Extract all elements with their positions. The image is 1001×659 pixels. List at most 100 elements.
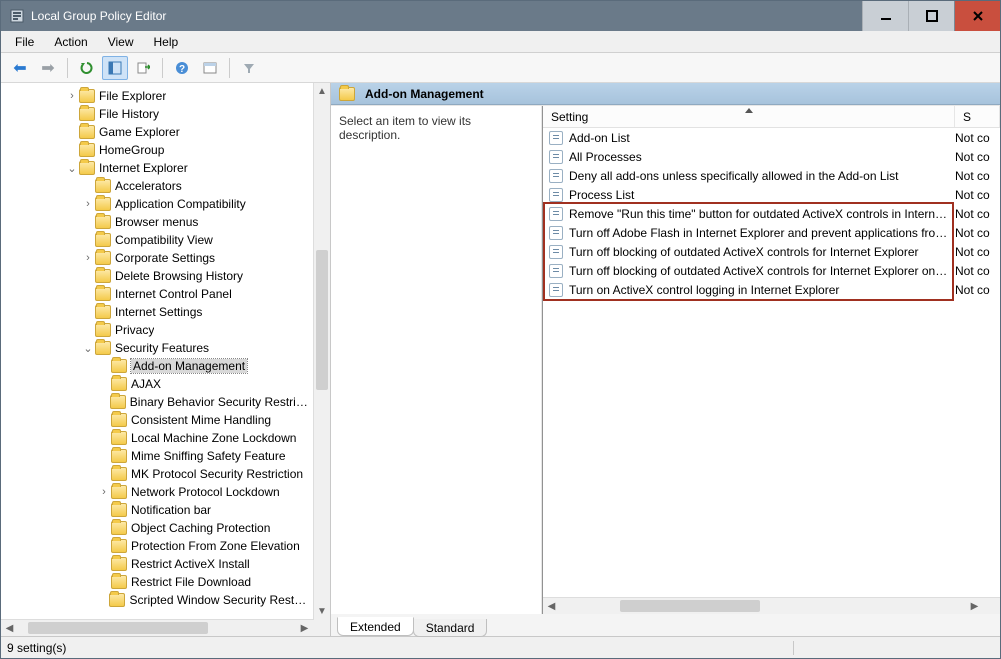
maximize-button[interactable] (908, 1, 954, 31)
list-row[interactable]: Turn off blocking of outdated ActiveX co… (543, 242, 1000, 261)
scroll-track[interactable] (560, 598, 966, 614)
list-body[interactable]: Add-on ListNot coAll ProcessesNot coDeny… (543, 128, 1000, 597)
tree-horizontal-scrollbar[interactable]: ◀ ▶ (1, 619, 330, 636)
setting-state: Not co (955, 188, 1000, 202)
folder-icon (95, 305, 111, 319)
list-row[interactable]: Deny all add-ons unless specifically all… (543, 166, 1000, 185)
tree-item-label: Local Machine Zone Lockdown (131, 431, 296, 445)
list-row[interactable]: Turn off Adobe Flash in Internet Explore… (543, 223, 1000, 242)
tab-extended[interactable]: Extended (337, 617, 414, 636)
tree-item-label: Delete Browsing History (115, 269, 243, 283)
list-row[interactable]: Remove "Run this time" button for outdat… (543, 204, 1000, 223)
minimize-button[interactable] (862, 1, 908, 31)
folder-icon (111, 539, 127, 553)
tree-item[interactable]: Object Caching Protection (1, 519, 330, 537)
scroll-thumb[interactable] (28, 622, 208, 634)
expand-icon[interactable]: › (81, 252, 95, 264)
tree-item-label: Internet Explorer (99, 161, 188, 175)
tree-item-label: Application Compatibility (115, 197, 246, 211)
expand-icon[interactable]: › (97, 486, 111, 498)
setting-state: Not co (955, 131, 1000, 145)
tree-vertical-scrollbar[interactable]: ▲ ▼ (313, 83, 330, 620)
menu-view[interactable]: View (98, 33, 144, 51)
menu-action[interactable]: Action (44, 33, 97, 51)
tree-item-label: Security Features (115, 341, 209, 355)
folder-icon (111, 557, 127, 571)
export-list-button[interactable] (130, 56, 156, 80)
scroll-track[interactable] (18, 620, 296, 636)
tree-item[interactable]: Privacy (1, 321, 330, 339)
tree-item[interactable]: Binary Behavior Security Restrictions (1, 393, 330, 411)
tree-item[interactable]: Add-on Management (1, 357, 330, 375)
scroll-left-icon[interactable]: ◀ (1, 623, 18, 634)
show-hide-tree-button[interactable] (102, 56, 128, 80)
setting-name: Process List (569, 188, 949, 202)
tree-item[interactable]: HomeGroup (1, 141, 330, 159)
list-horizontal-scrollbar[interactable]: ◀ ▶ (543, 597, 1000, 614)
scroll-right-icon[interactable]: ▶ (966, 601, 983, 612)
tree-item[interactable]: MK Protocol Security Restriction (1, 465, 330, 483)
list-row[interactable]: Turn off blocking of outdated ActiveX co… (543, 261, 1000, 280)
folder-icon (95, 197, 111, 211)
tree-item[interactable]: Notification bar (1, 501, 330, 519)
folder-icon (95, 233, 111, 247)
collapse-icon[interactable]: ⌄ (81, 342, 95, 355)
sort-ascending-icon (745, 108, 753, 113)
tree-item[interactable]: Delete Browsing History (1, 267, 330, 285)
folder-icon (111, 575, 127, 589)
collapse-icon[interactable]: ⌄ (65, 162, 79, 175)
help-button[interactable]: ? (169, 56, 195, 80)
tree-item[interactable]: Browser menus (1, 213, 330, 231)
column-header-setting[interactable]: Setting (543, 106, 955, 127)
list-row[interactable]: Turn on ActiveX control logging in Inter… (543, 280, 1000, 299)
expand-icon[interactable]: › (65, 90, 79, 102)
tree-item[interactable]: Protection From Zone Elevation (1, 537, 330, 555)
tree-item[interactable]: Consistent Mime Handling (1, 411, 330, 429)
tree-item[interactable]: Scripted Window Security Restrictions (1, 591, 330, 609)
filter-button[interactable] (236, 56, 262, 80)
back-button[interactable]: ⬅ (7, 56, 33, 80)
scroll-left-icon[interactable]: ◀ (543, 601, 560, 612)
tree-item[interactable]: Internet Settings (1, 303, 330, 321)
column-header-state[interactable]: S (955, 106, 1000, 127)
tree-item[interactable]: File History (1, 105, 330, 123)
properties-button[interactable] (197, 56, 223, 80)
list-row[interactable]: Add-on ListNot co (543, 128, 1000, 147)
scroll-thumb[interactable] (316, 250, 328, 390)
column-label: S (963, 110, 971, 124)
tab-standard[interactable]: Standard (413, 619, 488, 637)
tree-item[interactable]: Local Machine Zone Lockdown (1, 429, 330, 447)
refresh-button[interactable] (74, 56, 100, 80)
tree-item[interactable]: Mime Sniffing Safety Feature (1, 447, 330, 465)
tree-item[interactable]: ⌄ Security Features (1, 339, 330, 357)
menu-help[interactable]: Help (144, 33, 189, 51)
tree-item[interactable]: Compatibility View (1, 231, 330, 249)
setting-state: Not co (955, 207, 1000, 221)
close-button[interactable] (954, 1, 1000, 31)
list-row[interactable]: Process List Not co (543, 185, 1000, 204)
tree-item[interactable]: Internet Control Panel (1, 285, 330, 303)
tree-item[interactable]: Restrict ActiveX Install (1, 555, 330, 573)
tree-item[interactable]: ⌄ Internet Explorer (1, 159, 330, 177)
scroll-right-icon[interactable]: ▶ (296, 623, 313, 634)
scroll-up-icon[interactable]: ▲ (314, 83, 330, 100)
tree-item[interactable]: › Application Compatibility (1, 195, 330, 213)
list-row[interactable]: All ProcessesNot co (543, 147, 1000, 166)
scroll-thumb[interactable] (620, 600, 760, 612)
tree-item-label: File History (99, 107, 159, 121)
tree-item[interactable]: ›Corporate Settings (1, 249, 330, 267)
menu-file[interactable]: File (5, 33, 44, 51)
scroll-down-icon[interactable]: ▼ (314, 603, 330, 620)
tree-item[interactable]: AJAX (1, 375, 330, 393)
tree-view[interactable]: ›File Explorer File History Game ExplorerH… (1, 83, 330, 619)
scroll-track[interactable] (314, 100, 330, 603)
tree-item[interactable]: ›Network Protocol Lockdown (1, 483, 330, 501)
expand-icon[interactable]: › (81, 198, 95, 210)
tree-item[interactable]: Accelerators (1, 177, 330, 195)
forward-button[interactable]: ➡ (35, 56, 61, 80)
policy-setting-icon (549, 283, 563, 297)
tree-item[interactable]: Restrict File Download (1, 573, 330, 591)
tree-item[interactable]: Game Explorer (1, 123, 330, 141)
folder-icon (95, 269, 111, 283)
tree-item[interactable]: ›File Explorer (1, 87, 330, 105)
